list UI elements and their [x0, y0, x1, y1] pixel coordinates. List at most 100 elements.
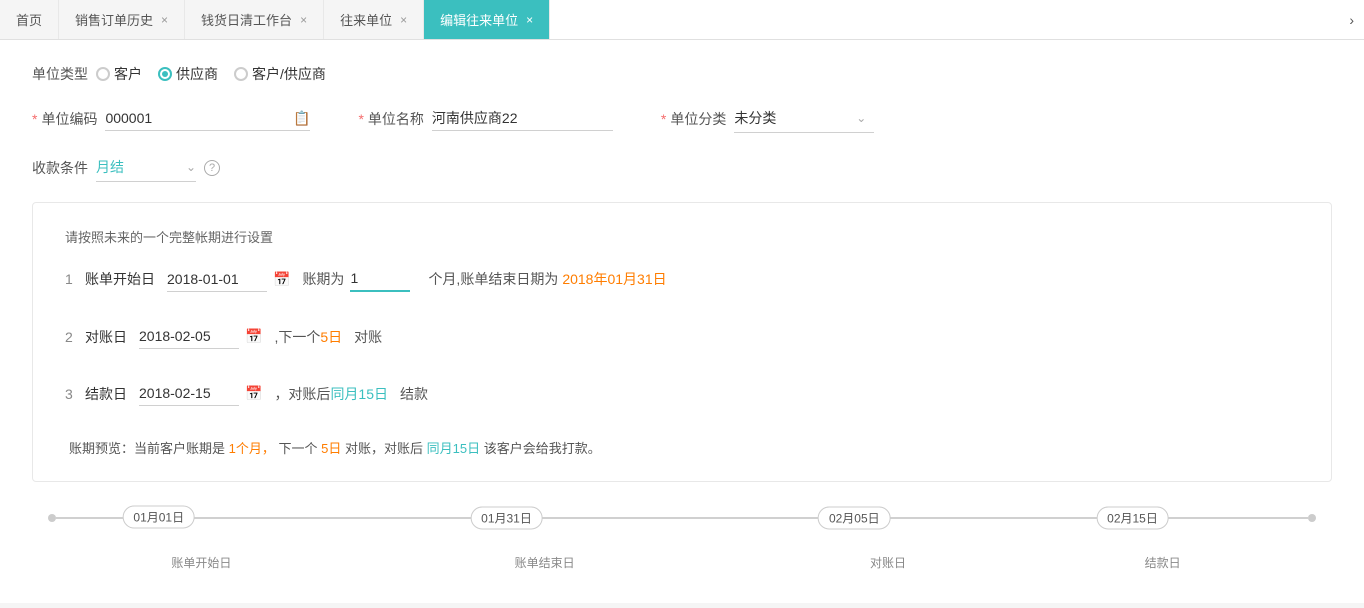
period-title: 请按照未来的一个完整帐期进行设置: [65, 227, 1299, 246]
timeline-node-4: 02月15日: [1096, 507, 1169, 530]
timeline-wrapper: 01月01日 01月31日 02月05日 02月15日: [32, 506, 1332, 579]
period-cal-icon-2[interactable]: 📅: [245, 328, 262, 345]
tab-edit-partner-label: 编辑往来单位: [440, 10, 518, 29]
period-cal-icon-3[interactable]: 📅: [245, 385, 262, 402]
preview-highlight1: 1个月，: [229, 441, 275, 456]
payment-arrow-icon: ⌄: [186, 160, 196, 174]
category-select[interactable]: 未分类 ⌄: [734, 104, 874, 133]
preview-suffix: 该客户会给我打款。: [484, 441, 601, 456]
preview-prefix: 账期预览：当前客户账期是: [69, 441, 225, 456]
name-required-mark: *: [358, 111, 363, 127]
period-date-2[interactable]: [139, 324, 239, 349]
preview-highlight2: 5日: [321, 441, 341, 456]
timeline-label-1: 账单开始日: [64, 554, 339, 571]
timeline-node-1: 01月01日: [122, 506, 195, 531]
name-field-group: * 单位名称: [358, 106, 612, 131]
close-partner-icon[interactable]: ×: [400, 13, 407, 27]
period-label-3: 结款日: [85, 384, 127, 404]
radio-supplier[interactable]: 供应商: [158, 64, 218, 84]
radio-both[interactable]: 客户/供应商: [234, 64, 326, 84]
timeline-label-text-4: 结款日: [1145, 556, 1181, 570]
period-label-2: 对账日: [85, 327, 127, 347]
period-num-2: 2: [65, 329, 85, 345]
tabs-bar: 首页 销售订单历史 × 钱货日清工作台 × 往来单位 × 编辑往来单位 × ›: [0, 0, 1364, 40]
tab-sales-history[interactable]: 销售订单历史 ×: [59, 0, 185, 39]
timeline-seg-3: 02月05日: [752, 517, 1030, 519]
timeline-node-2: 01月31日: [470, 507, 543, 530]
payment-label: 收款条件: [32, 158, 88, 178]
timeline-end-dot: [1308, 514, 1316, 522]
timeline-pill-3: 02月05日: [818, 507, 891, 530]
code-field-group: * 单位编码 📋: [32, 106, 310, 131]
period-day-highlight-3: 同月15日: [330, 384, 388, 404]
preview-text: 账期预览：当前客户账期是 1个月， 下一个 5日 对账，对账后 同月15日 该客…: [65, 438, 1299, 457]
period-label-1: 账单开始日: [85, 269, 155, 289]
tab-home[interactable]: 首页: [0, 0, 59, 39]
period-desc-2-suffix: 对账: [354, 327, 382, 347]
tab-arrow-icon[interactable]: ›: [1339, 0, 1364, 39]
period-row-2: 2 对账日 📅 ,下一个 5日 对账: [65, 324, 1299, 357]
period-cal-icon-1[interactable]: 📅: [273, 271, 290, 288]
code-input[interactable]: [105, 106, 310, 131]
period-desc-after-1: 个月,账单结束日期为: [428, 269, 558, 289]
period-end-date-highlight: 2018年01月31日: [562, 269, 666, 289]
preview-middle: 下一个: [279, 441, 318, 456]
period-box: 请按照未来的一个完整帐期进行设置 1 账单开始日 📅 账期为 个月,账单结束日期…: [32, 202, 1332, 482]
code-input-wrapper: 📋: [105, 106, 310, 131]
timeline-seg-1: 01月01日: [56, 517, 334, 519]
timeline-seg-4: 02月15日: [1030, 517, 1308, 519]
timeline-labels: 账单开始日 账单结束日 对账日 结款日: [48, 554, 1316, 571]
period-date-3[interactable]: [139, 381, 239, 406]
radio-supplier-circle: [158, 67, 172, 81]
period-num-1: 1: [65, 271, 85, 287]
period-months-input[interactable]: [350, 266, 410, 292]
payment-value: 月结: [96, 157, 182, 177]
timeline-pill-1: 01月01日: [122, 506, 195, 529]
tab-cash-work[interactable]: 钱货日清工作台 ×: [185, 0, 324, 39]
code-required-mark: *: [32, 111, 37, 127]
category-value: 未分类: [734, 108, 852, 128]
radio-customer-circle: [96, 67, 110, 81]
timeline-pill-4: 02月15日: [1096, 507, 1169, 530]
unit-type-row: 单位类型 客户 供应商 客户/供应商: [32, 64, 1332, 84]
period-num-3: 3: [65, 386, 85, 402]
payment-row: 收款条件 月结 ⌄ ?: [32, 153, 1332, 182]
category-required-mark: *: [661, 111, 666, 127]
tab-edit-partner[interactable]: 编辑往来单位 ×: [424, 0, 550, 39]
timeline-track: 01月01日 01月31日 02月05日 02月15日: [48, 514, 1316, 522]
tab-partner-label: 往来单位: [340, 10, 392, 29]
timeline-label-3: 对账日: [751, 554, 1026, 571]
tab-home-label: 首页: [16, 10, 42, 29]
radio-customer[interactable]: 客户: [96, 64, 142, 84]
period-desc-2-prefix: ,下一个: [274, 327, 320, 347]
radio-customer-label: 客户: [114, 64, 142, 84]
category-label: 单位分类: [670, 109, 726, 129]
payment-help-icon[interactable]: ?: [204, 160, 220, 176]
name-input[interactable]: [432, 106, 613, 131]
close-sales-history-icon[interactable]: ×: [161, 13, 168, 27]
payment-select[interactable]: 月结 ⌄: [96, 153, 196, 182]
tab-partner[interactable]: 往来单位 ×: [324, 0, 424, 39]
code-copy-icon[interactable]: 📋: [293, 110, 310, 127]
period-day-highlight-2: 5日: [320, 327, 342, 347]
radio-both-circle: [234, 67, 248, 81]
timeline-label-2: 账单结束日: [339, 554, 751, 571]
period-desc-3-prefix: ，对账后: [274, 384, 330, 404]
preview-highlight3: 同月15日: [427, 441, 480, 456]
unit-type-radio-group: 客户 供应商 客户/供应商: [96, 64, 326, 84]
category-arrow-icon: ⌄: [856, 111, 866, 125]
code-name-category-row: * 单位编码 📋 * 单位名称 * 单位分类 未分类 ⌄: [32, 104, 1332, 133]
close-cash-work-icon[interactable]: ×: [300, 13, 307, 27]
tab-cash-work-label: 钱货日清工作台: [201, 10, 292, 29]
category-field-group: * 单位分类 未分类 ⌄: [661, 104, 874, 133]
preview-text2: 对账，对账后: [345, 441, 423, 456]
unit-type-label: 单位类型: [32, 64, 88, 84]
period-date-1[interactable]: [167, 267, 267, 292]
timeline-label-text-1: 账单开始日: [171, 556, 231, 570]
timeline-label-4: 结款日: [1025, 554, 1300, 571]
period-row-1: 1 账单开始日 📅 账期为 个月,账单结束日期为 2018年01月31日: [65, 266, 1299, 300]
name-label: 单位名称: [368, 109, 424, 129]
close-edit-partner-icon[interactable]: ×: [526, 13, 533, 27]
radio-both-label: 客户/供应商: [252, 64, 326, 84]
tab-sales-history-label: 销售订单历史: [75, 10, 153, 29]
